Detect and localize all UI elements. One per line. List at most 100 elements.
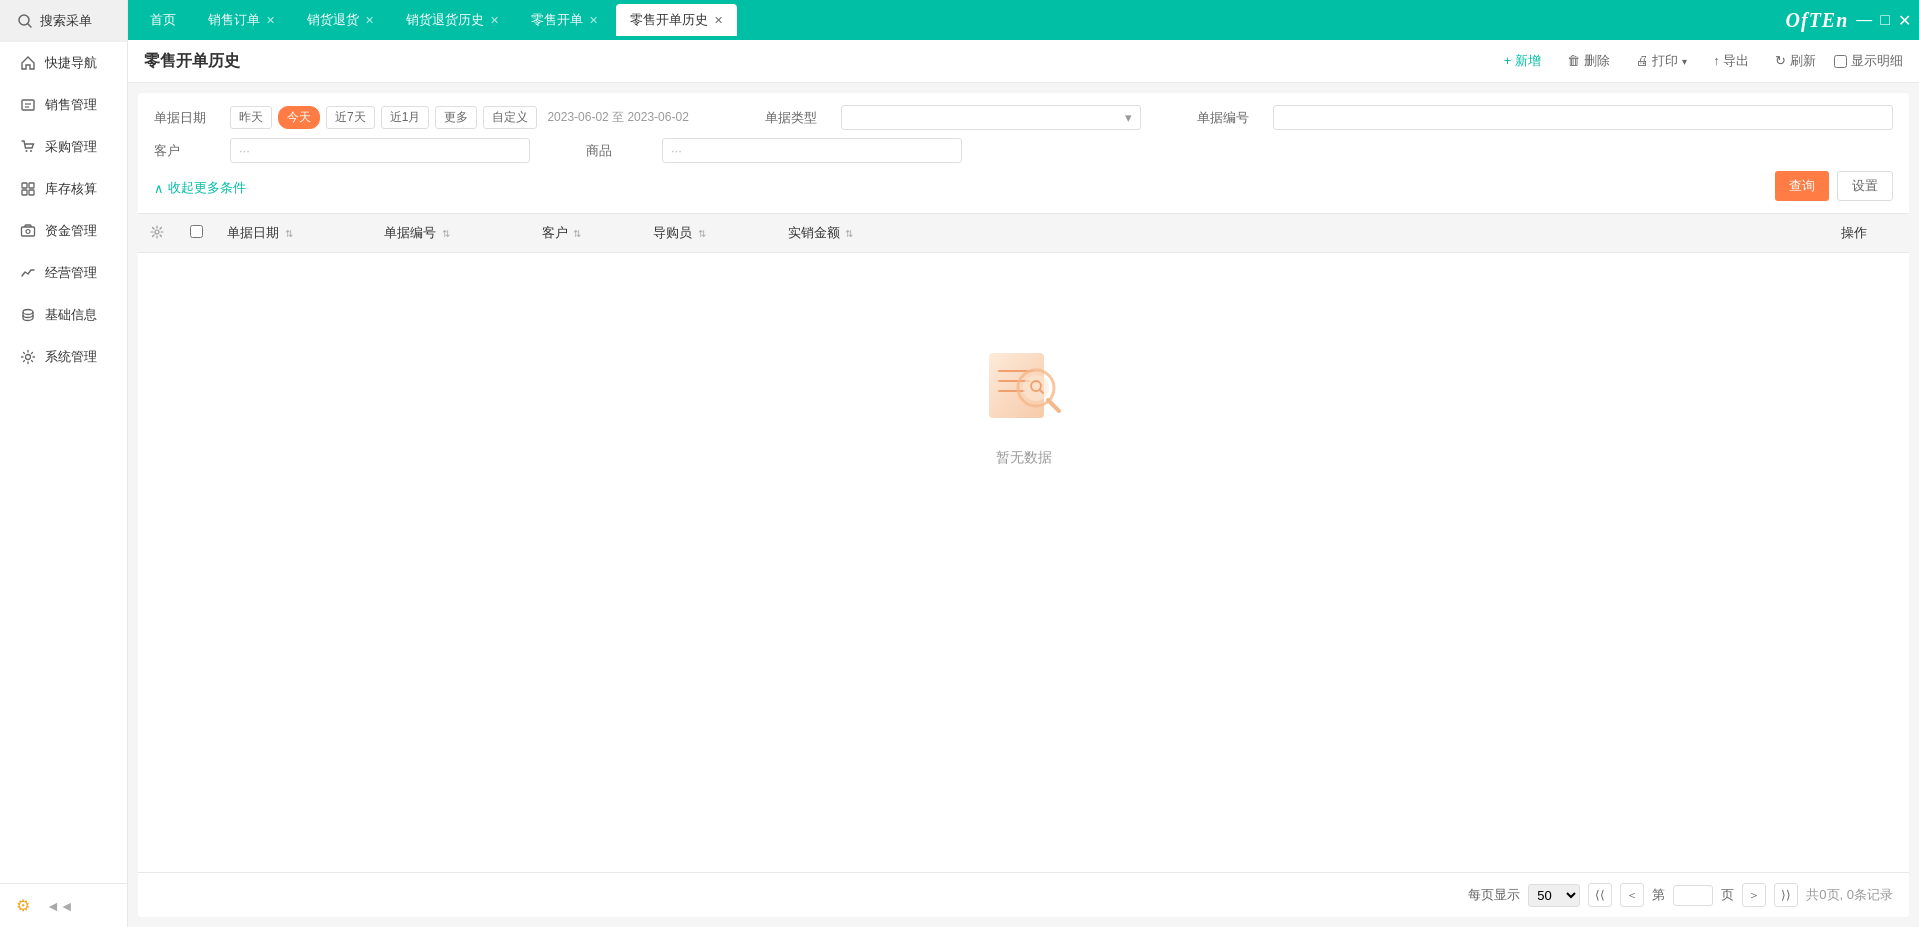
th-settings[interactable] (138, 214, 178, 253)
th-amount-label: 实销金额 (788, 225, 840, 240)
sidebar-item-operation[interactable]: 经营管理 (0, 252, 127, 294)
type-filter-select[interactable]: ▾ (841, 105, 1141, 130)
goods-filter-dots: ··· (671, 143, 953, 158)
tab-sales-order-close[interactable]: ✕ (266, 14, 275, 27)
date-btn-yesterday[interactable]: 昨天 (230, 106, 272, 129)
th-number-label: 单据编号 (384, 225, 436, 240)
first-page-btn[interactable]: ⟨⟨ (1588, 883, 1612, 907)
tab-home-label: 首页 (150, 11, 176, 29)
sidebar-search[interactable]: 搜索采单 (0, 0, 127, 42)
th-salesperson[interactable]: 导购员 ⇅ (641, 214, 776, 253)
th-salesperson-label: 导购员 (653, 225, 692, 240)
table-container: 单据日期 ⇅ 单据编号 ⇅ 客户 ⇅ 导购员 ⇅ (138, 214, 1909, 872)
tab-retail-open-history[interactable]: 零售开单历史 ✕ (616, 4, 737, 36)
page-word: 第 (1652, 886, 1665, 904)
purchase-icon (19, 138, 37, 156)
query-button[interactable]: 查询 (1775, 171, 1829, 201)
th-number[interactable]: 单据编号 ⇅ (372, 214, 529, 253)
sidebar-item-sales-mgmt[interactable]: 销售管理 (0, 84, 127, 126)
sidebar-item-inventory[interactable]: 库存核算 (0, 168, 127, 210)
collapse-sidebar-icon[interactable]: ◄◄ (46, 898, 74, 914)
date-btn-custom[interactable]: 自定义 (483, 106, 537, 129)
finance-icon (19, 222, 37, 240)
select-all-checkbox[interactable] (190, 225, 203, 238)
tab-retail-open-label: 零售开单 (531, 11, 583, 29)
tab-sales-return-history-close[interactable]: ✕ (490, 14, 499, 27)
type-filter-placeholder (850, 110, 1125, 125)
prev-page-btn[interactable]: ＜ (1620, 883, 1644, 907)
th-date[interactable]: 单据日期 ⇅ (215, 214, 372, 253)
customer-filter-dots: ··· (239, 143, 521, 158)
type-filter-label: 单据类型 (765, 109, 825, 127)
display-toggle[interactable]: 显示明细 (1834, 52, 1903, 70)
add-button[interactable]: + 新增 (1496, 48, 1549, 74)
customer-filter-select[interactable]: ··· (230, 138, 530, 163)
last-page-btn[interactable]: ⟩⟩ (1774, 883, 1798, 907)
sidebar-item-label: 库存核算 (45, 180, 97, 198)
date-btn-7days[interactable]: 近7天 (326, 106, 375, 129)
window-minimize[interactable]: — (1856, 11, 1872, 29)
number-filter-label: 单据编号 (1197, 109, 1257, 127)
page-size-select[interactable]: 50 10 20 100 (1528, 884, 1580, 907)
display-toggle-checkbox[interactable] (1834, 55, 1847, 68)
th-customer[interactable]: 客户 ⇅ (530, 214, 642, 253)
sidebar-item-base-info[interactable]: 基础信息 (0, 294, 127, 336)
sidebar-item-purchase-mgmt[interactable]: 采购管理 (0, 126, 127, 168)
sales-icon (19, 96, 37, 114)
search-icon (16, 12, 34, 30)
content-area: 单据日期 昨天 今天 近7天 近1月 更多 自定义 2023-06-02 至 2… (138, 93, 1909, 917)
page-unit: 页 (1721, 886, 1734, 904)
tab-sales-return-history[interactable]: 销货退货历史 ✕ (392, 4, 513, 36)
delete-button[interactable]: 🗑 删除 (1559, 48, 1618, 74)
svg-point-13 (23, 310, 33, 315)
operation-icon (19, 264, 37, 282)
settings-button[interactable]: 设置 (1837, 171, 1893, 201)
svg-line-22 (1048, 400, 1059, 411)
next-page-btn[interactable]: ＞ (1742, 883, 1766, 907)
tab-sales-order-label: 销售订单 (208, 11, 260, 29)
svg-rect-2 (22, 100, 34, 110)
svg-point-6 (30, 150, 32, 152)
collapse-filter-btn[interactable]: ∧ 收起更多条件 (154, 179, 246, 197)
th-checkbox[interactable] (178, 214, 215, 253)
th-salesperson-sort-icon: ⇅ (698, 228, 706, 239)
refresh-button[interactable]: ↻ 刷新 (1767, 48, 1824, 74)
window-maximize[interactable]: □ (1880, 11, 1890, 29)
tab-bar: 首页 销售订单 ✕ 销货退货 ✕ 销货退货历史 ✕ 零售开单 ✕ 零售开单历史 … (128, 0, 1919, 40)
empty-state-icon (964, 333, 1084, 433)
tab-sales-order[interactable]: 销售订单 ✕ (194, 4, 289, 36)
date-options: 昨天 今天 近7天 近1月 更多 自定义 2023-06-02 至 2023-0… (230, 106, 689, 129)
th-customer-label: 客户 (542, 225, 568, 240)
tab-sales-return-close[interactable]: ✕ (365, 14, 374, 27)
sidebar-item-quick-nav[interactable]: 快捷导航 (0, 42, 127, 84)
th-amount[interactable]: 实销金额 ⇅ (776, 214, 1829, 253)
toolbar-actions: + 新增 🗑 删除 🖨 打印 ▾ ↑ 导出 ↻ 刷新 显示明细 (1496, 48, 1903, 74)
date-btn-1month[interactable]: 近1月 (381, 106, 430, 129)
tab-sales-return[interactable]: 销货退货 ✕ (293, 4, 388, 36)
tab-bar-right: OfTEn — □ ✕ (1786, 9, 1911, 32)
tab-retail-open-history-close[interactable]: ✕ (714, 14, 723, 27)
tab-retail-open-close[interactable]: ✕ (589, 14, 598, 27)
sidebar-item-label: 系统管理 (45, 348, 97, 366)
page-size-label: 每页显示 (1468, 886, 1520, 904)
export-button[interactable]: ↑ 导出 (1705, 48, 1757, 74)
settings-bottom-icon[interactable]: ⚙ (16, 896, 30, 915)
print-button[interactable]: 🖨 打印 ▾ (1628, 48, 1696, 74)
base-icon (19, 306, 37, 324)
th-date-label: 单据日期 (227, 225, 279, 240)
tab-retail-open[interactable]: 零售开单 ✕ (517, 4, 612, 36)
svg-point-5 (26, 150, 28, 152)
goods-filter-select[interactable]: ··· (662, 138, 962, 163)
date-btn-more[interactable]: 更多 (435, 106, 477, 129)
filter-action-btns: 查询 设置 (1775, 171, 1893, 201)
brand-label: OfTEn (1786, 9, 1849, 32)
date-btn-today[interactable]: 今天 (278, 106, 320, 129)
svg-point-15 (155, 230, 159, 234)
window-close[interactable]: ✕ (1898, 11, 1911, 30)
sidebar-item-finance[interactable]: 资金管理 (0, 210, 127, 252)
tab-home[interactable]: 首页 (136, 4, 190, 36)
current-page-input[interactable]: 1 (1673, 885, 1713, 906)
sidebar-item-sys-mgmt[interactable]: 系统管理 (0, 336, 127, 378)
number-filter-input[interactable] (1273, 105, 1893, 130)
display-toggle-label: 显示明细 (1851, 52, 1903, 70)
